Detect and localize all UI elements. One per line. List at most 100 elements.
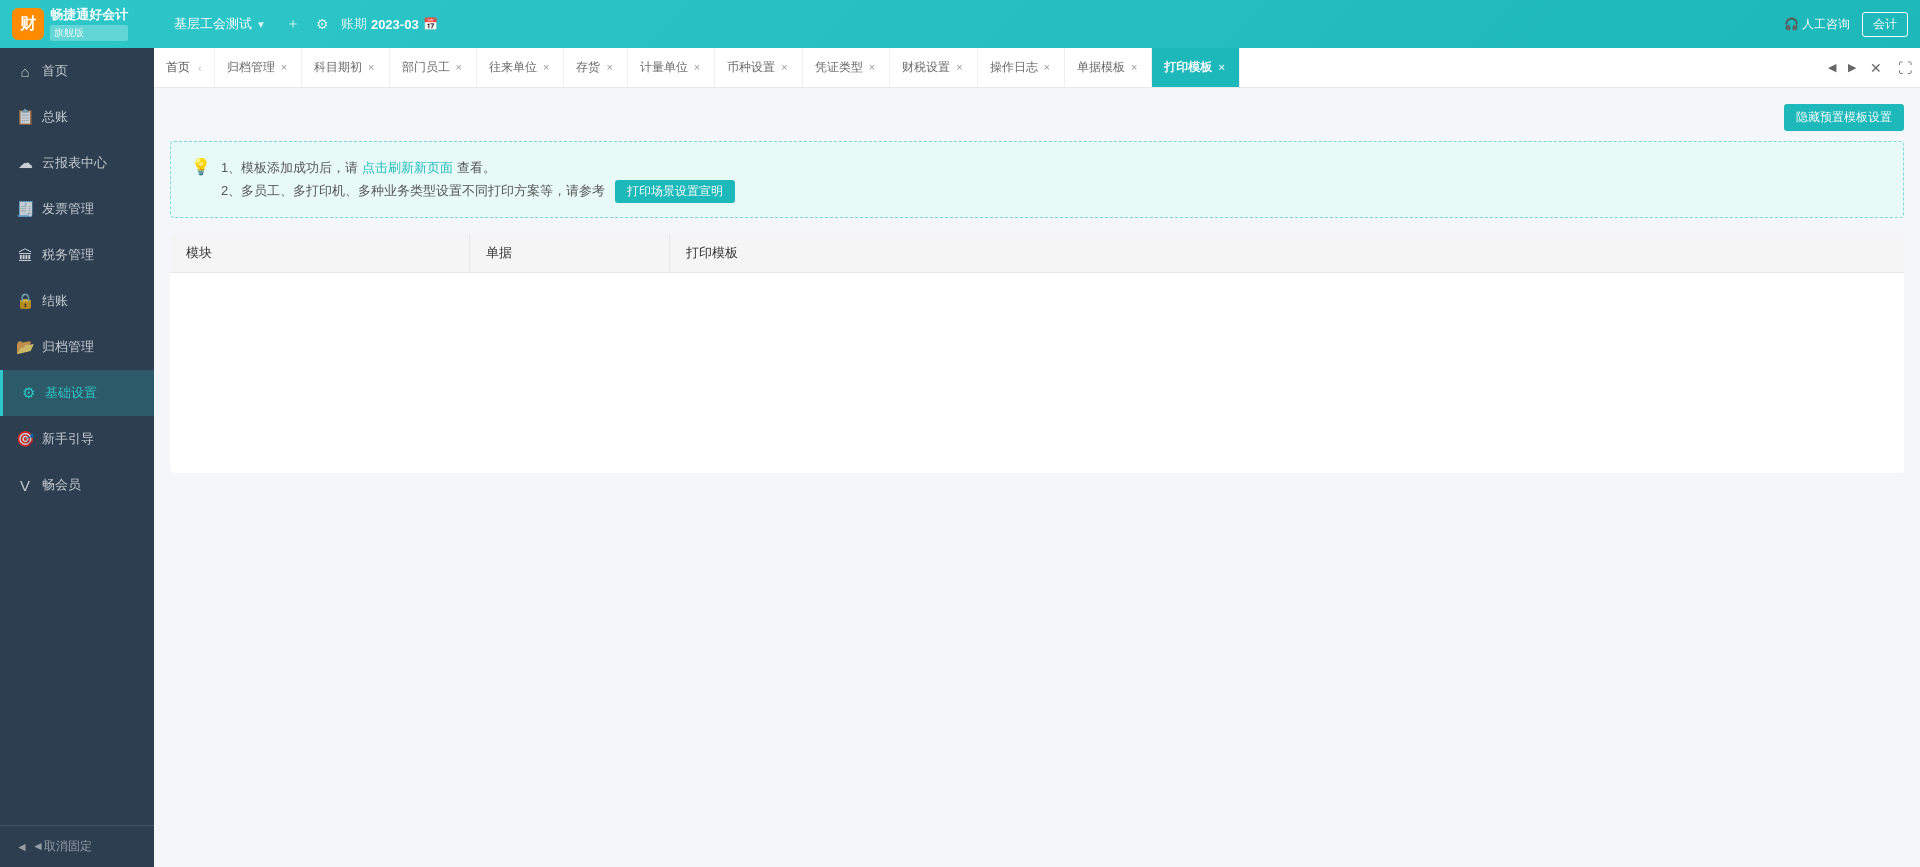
tab-close-dept-staff[interactable]: × <box>454 61 464 74</box>
sidebar-icon-member: V <box>16 477 34 494</box>
tab-close-inventory[interactable]: × <box>604 61 614 74</box>
sidebar-label-tax: 税务管理 <box>42 246 94 264</box>
tab-label-unit: 计量单位 <box>640 59 688 76</box>
table-header: 模块 单据 打印模板 <box>170 234 1904 273</box>
tab-inventory[interactable]: 存货 × <box>564 48 627 87</box>
sidebar-item-member[interactable]: V 畅会员 <box>0 462 154 508</box>
col-module: 模块 <box>170 234 470 272</box>
bulb-icon: 💡 <box>191 157 211 176</box>
tab-voucher-type[interactable]: 凭证类型× <box>803 48 890 87</box>
hide-preview-button[interactable]: 隐藏预置模板设置 <box>1784 104 1904 131</box>
tab-close-unit[interactable]: × <box>692 61 702 74</box>
sidebar-item-tax[interactable]: 🏛 税务管理 <box>0 232 154 278</box>
tab-print-template[interactable]: 打印模板 × <box>1152 48 1239 87</box>
tab-close-print-template[interactable]: × <box>1216 61 1226 74</box>
tab-label-subject-init: 科目期初 <box>314 59 362 76</box>
sidebar-icon-home: ⌂ <box>16 63 34 80</box>
sidebar-item-invoice[interactable]: 🧾 发票管理 <box>0 186 154 232</box>
logo-subtitle: 旗舰版 <box>50 25 128 41</box>
col-print-template: 打印模板 <box>670 234 1904 272</box>
tab-label-tax-settings: 财税设置 <box>902 59 950 76</box>
notice-line2-prefix: 2、多员工、多打印机、多种业务类型设置不同打印方案等，请参考 <box>221 179 605 202</box>
tab-label-operation-log: 操作日志 <box>990 59 1038 76</box>
sidebar-icon-guide: 🎯 <box>16 430 34 448</box>
logo-area: 财 畅捷通好会计 旗舰版 <box>12 7 166 41</box>
notice-box: 💡 1、模板添加成功后，请 点击刷新新页面 查看。 2、多员工、多打印机、多种业… <box>170 141 1904 218</box>
logo-title: 畅捷通好会计 <box>50 7 128 23</box>
expand-button[interactable]: ⛶ <box>1890 60 1920 76</box>
tab-close-voucher-type[interactable]: × <box>867 61 877 74</box>
sidebar-label-guide: 新手引导 <box>42 430 94 448</box>
tab-operation-log[interactable]: 操作日志 × <box>978 48 1065 87</box>
tab-customer[interactable]: 往来单位 × <box>477 48 564 87</box>
service-button[interactable]: 🎧 人工咨询 <box>1784 16 1850 33</box>
logo-text: 畅捷通好会计 旗舰版 <box>50 7 128 41</box>
sidebar-label-invoice: 发票管理 <box>42 200 94 218</box>
tab-subject-init[interactable]: 科目期初 × <box>302 48 389 87</box>
home-tab-label: 首页 <box>166 59 190 76</box>
sidebar-icon-tax: 🏛 <box>16 247 34 264</box>
sidebar-item-home[interactable]: ⌂ 首页 <box>0 48 154 94</box>
tab-bar-right: ◀ ▶ ✕ ⛶ <box>1822 48 1920 87</box>
close-all-tabs-button[interactable]: ✕ <box>1862 60 1890 76</box>
unpin-label: ◄取消固定 <box>32 838 92 855</box>
tab-dept-staff[interactable]: 部门员工× <box>390 48 477 87</box>
tab-home[interactable]: 首页 ‹ <box>154 48 215 87</box>
hide-preview-container: 隐藏预置模板设置 <box>170 104 1904 131</box>
company-name: 基层工会测试 <box>174 15 252 33</box>
tab-currency[interactable]: 币种设置× <box>715 48 802 87</box>
sidebar-label-archive: 归档管理 <box>42 338 94 356</box>
header-right: 🎧 人工咨询 会计 <box>1784 12 1908 37</box>
tab-close-operation-log[interactable]: × <box>1042 61 1052 74</box>
sidebar-icon-archive: 📂 <box>16 338 34 356</box>
tab-close-currency[interactable]: × <box>779 61 789 74</box>
table-body <box>170 273 1904 473</box>
tab-label-print-template: 打印模板 <box>1164 59 1212 76</box>
sidebar-item-close[interactable]: 🔒 结账 <box>0 278 154 324</box>
calendar-icon[interactable]: 📅 <box>423 17 438 31</box>
notice-line1-prefix: 1、模板添加成功后，请 <box>221 156 358 179</box>
notice-refresh-link[interactable]: 点击刷新新页面 <box>362 156 453 179</box>
sidebar-label-close: 结账 <box>42 292 68 310</box>
sidebar-item-settings[interactable]: ⚙基础设置 <box>0 370 154 416</box>
sidebar-label-ledger: 总账 <box>42 108 68 126</box>
tab-next-button[interactable]: ▶ <box>1842 61 1862 74</box>
sidebar-item-archive[interactable]: 📂 归档管理 <box>0 324 154 370</box>
sidebar-item-guide[interactable]: 🎯 新手引导 <box>0 416 154 462</box>
account-button[interactable]: 会计 <box>1862 12 1908 37</box>
tab-close-customer[interactable]: × <box>541 61 551 74</box>
tab-single-form[interactable]: 单据模板× <box>1065 48 1152 87</box>
tab-label-customer: 往来单位 <box>489 59 537 76</box>
headset-icon: 🎧 <box>1784 17 1799 31</box>
unpin-button[interactable]: ◄ ◄取消固定 <box>0 825 154 867</box>
sidebar-item-cloud-report[interactable]: ☁云报表中心 <box>0 140 154 186</box>
sidebar: ⌂ 首页 📋 总账 ☁云报表中心 🧾 发票管理 🏛 税务管理 🔒 结账 📂 归档管理 ⚙基础设置 🎯 新手引导… <box>0 48 154 867</box>
chevron-down-icon: ▼ <box>256 19 266 30</box>
sidebar-label-member: 畅会员 <box>42 476 81 494</box>
guide-button[interactable]: 打印场景设置宣明 <box>615 180 735 203</box>
sidebar-icon-invoice: 🧾 <box>16 200 34 218</box>
sidebar-icon-ledger: 📋 <box>16 108 34 126</box>
tab-label-inventory: 存货 <box>576 59 600 76</box>
tab-close-tax-settings[interactable]: × <box>954 61 964 74</box>
notice-line1-suffix: 查看。 <box>457 156 496 179</box>
tab-arrow-icon: ‹ <box>198 62 202 74</box>
tab-label-archive-mgmt: 归档管理 <box>227 59 275 76</box>
notice-content: 1、模板添加成功后，请 点击刷新新页面 查看。 2、多员工、多打印机、多种业务类… <box>221 156 1883 203</box>
period-info: 账期 2023-03 📅 <box>341 15 438 33</box>
sidebar-icon-close: 🔒 <box>16 292 34 310</box>
sidebar-item-ledger[interactable]: 📋 总账 <box>0 94 154 140</box>
tab-unit[interactable]: 计量单位 × <box>628 48 715 87</box>
tab-tax-settings[interactable]: 财税设置 × <box>890 48 977 87</box>
company-selector[interactable]: 基层工会测试 ▼ <box>174 15 266 33</box>
tab-archive-mgmt[interactable]: 归档管理 × <box>215 48 302 87</box>
settings-icon[interactable]: ⚙ <box>312 12 333 36</box>
sidebar-label-home: 首页 <box>42 62 68 80</box>
tab-close-subject-init[interactable]: × <box>366 61 376 74</box>
tab-close-archive-mgmt[interactable]: × <box>279 61 289 74</box>
add-button[interactable]: ＋ <box>282 11 304 37</box>
sidebar-label-cloud-report: 云报表中心 <box>42 154 107 172</box>
tab-prev-button[interactable]: ◀ <box>1822 61 1842 74</box>
tab-close-single-form[interactable]: × <box>1129 61 1139 74</box>
content-area: 首页‹归档管理×科目期初×部门员工×往来单位×存货×计量单位×币种设置×凭证类型… <box>154 48 1920 867</box>
